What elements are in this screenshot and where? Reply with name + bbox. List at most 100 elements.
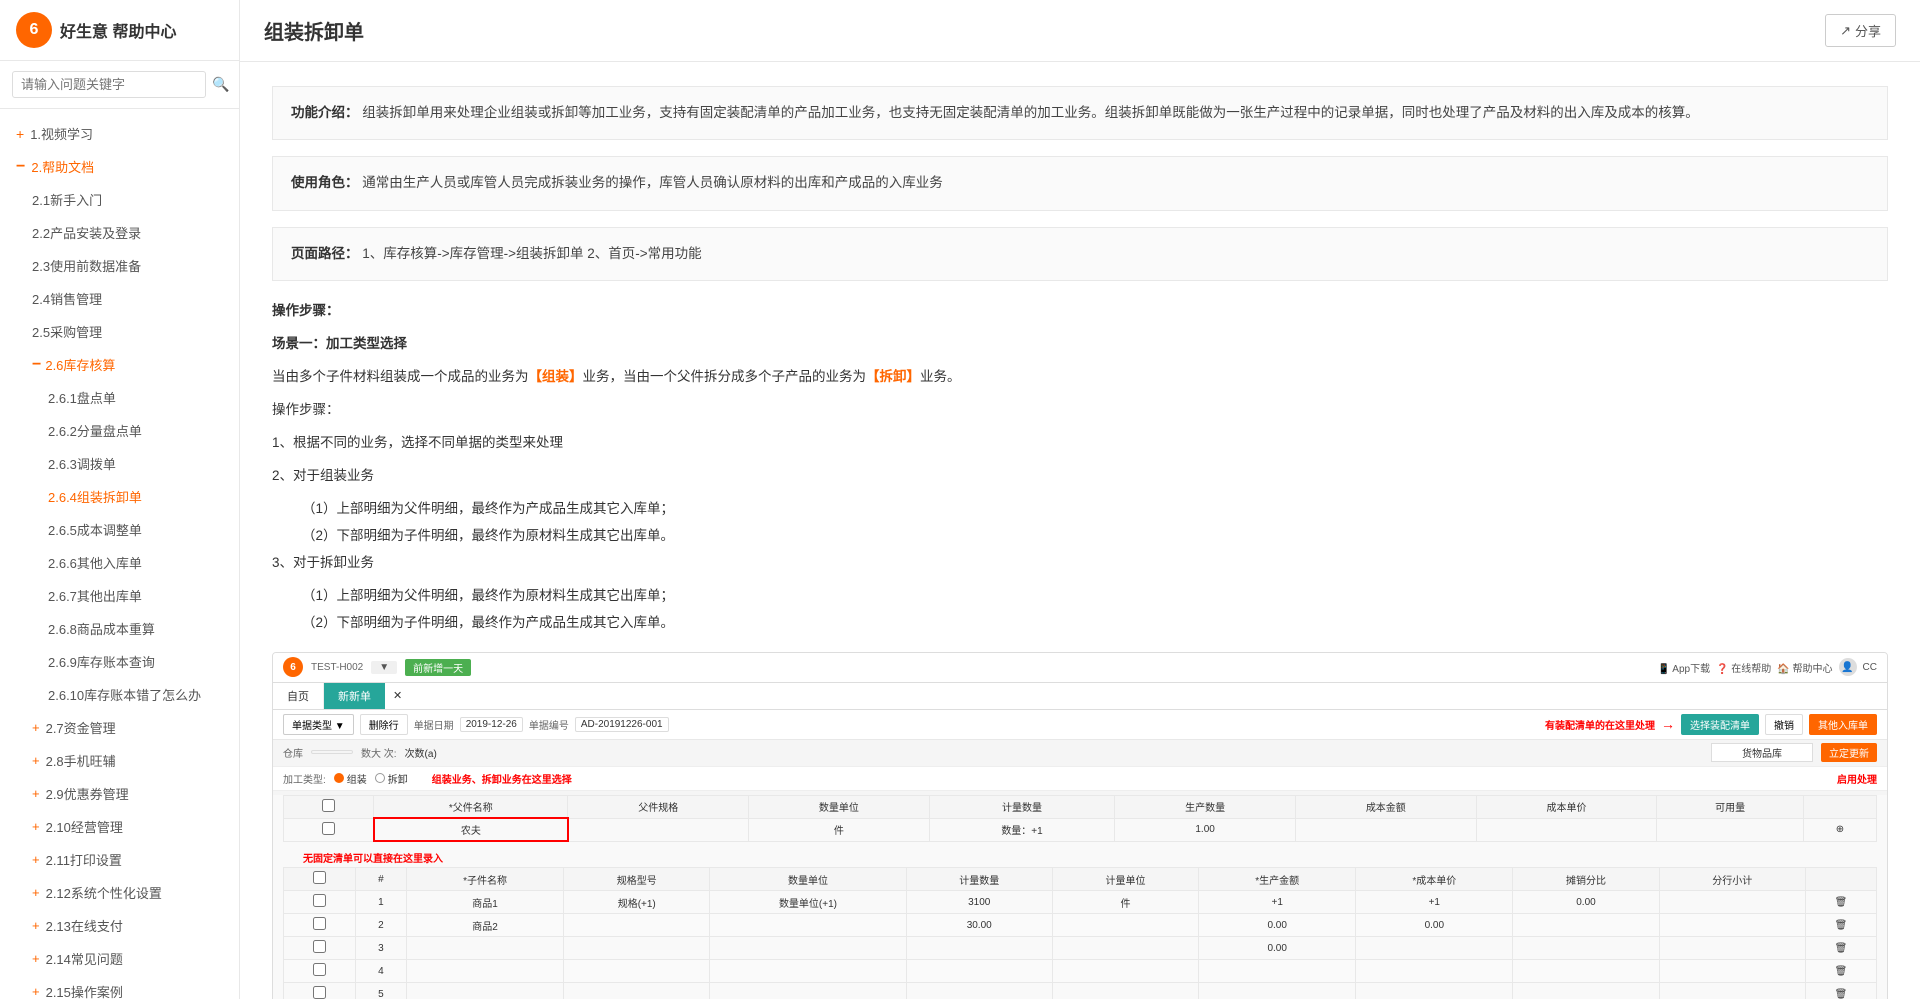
sidebar-item-2-1[interactable]: 2.1新手入门: [0, 183, 239, 216]
mock-td2-cp2: 0.00: [1356, 914, 1513, 937]
sidebar-item-2-6-8[interactable]: 2.6.8商品成本重算: [0, 612, 239, 645]
minus-icon-2-6: −: [32, 356, 41, 374]
sidebar-item-help-docs[interactable]: − 2.帮助文档: [0, 150, 239, 183]
sidebar-item-2-6-2[interactable]: 2.6.2分量盘点单: [0, 414, 239, 447]
mock-th2-ops: [1805, 868, 1876, 891]
mock-search-btn[interactable]: 立定更新: [1821, 743, 1877, 762]
sidebar-item-2-7[interactable]: + 2.7资金管理: [0, 711, 239, 744]
mock-parent-table: *父件名称 父件规格 数量单位 计量数量 生产数量 成本金额 成本单价 可用量: [283, 795, 1877, 843]
mock-td2-spec1: 规格(+1): [564, 891, 710, 914]
mock-warehouse-value[interactable]: [311, 750, 353, 754]
mock-tab-close[interactable]: ✕: [385, 686, 410, 705]
sidebar-item-2-10[interactable]: + 2.10经营管理: [0, 810, 239, 843]
sidebar-item-2-6-10[interactable]: 2.6.10库存账本错了怎么办: [0, 678, 239, 711]
main: 组装拆卸单 ↗ 分享 功能介绍： 组装拆卸单用来处理企业组装或拆卸等加工业务，支…: [240, 0, 1920, 999]
sidebar-item-2-14[interactable]: + 2.14常见问题: [0, 942, 239, 975]
sidebar-item-video-learning[interactable]: + 1.视频学习: [0, 117, 239, 150]
sidebar-item-2-3[interactable]: 2.3使用前数据准备: [0, 249, 239, 282]
mock-btn-type-select[interactable]: 单据类型 ▼: [283, 714, 354, 735]
mock-tabs-row: 自页 新新单 ✕: [273, 683, 1887, 710]
mock-btn-delete[interactable]: 删除行: [360, 714, 408, 735]
sidebar-item-2-2[interactable]: 2.2产品安装及登录: [0, 216, 239, 249]
mock-type-label: 加工类型:: [283, 771, 326, 786]
sidebar-item-2-6-1[interactable]: 2.6.1盘点单: [0, 381, 239, 414]
scene1-title: 场景一：加工类型选择: [272, 330, 1888, 357]
step-ops-title: 操作步骤：: [272, 396, 1888, 423]
sidebar-label: 2.8手机旺辅: [46, 751, 116, 770]
sidebar-item-2-6-4[interactable]: 2.6.4组装拆卸单: [0, 480, 239, 513]
sidebar-item-2-11[interactable]: + 2.11打印设置: [0, 843, 239, 876]
mock-row2-cb1[interactable]: [313, 894, 326, 907]
mock-td2-pa2: 0.00: [1199, 914, 1356, 937]
mock-td2-op3[interactable]: 🗑: [1805, 937, 1876, 960]
sidebar-item-2-13[interactable]: + 2.13在线支付: [0, 909, 239, 942]
sidebar-item-2-4[interactable]: 2.4销售管理: [0, 282, 239, 315]
mock-btn-audit[interactable]: 撤销: [1765, 714, 1803, 735]
mock-td2-op4[interactable]: 🗑: [1805, 960, 1876, 983]
radio-unchecked: [375, 773, 385, 783]
mock-td2-pa1: +1: [1199, 891, 1356, 914]
mock-row-checkbox[interactable]: [322, 822, 335, 835]
sidebar-item-2-8[interactable]: + 2.8手机旺辅: [0, 744, 239, 777]
mock-td-row-ops[interactable]: ⊕: [1803, 818, 1876, 841]
sidebar-item-2-6-7[interactable]: 2.6.7其他出库单: [0, 579, 239, 612]
sidebar-item-2-6[interactable]: − 2.6库存核算: [0, 348, 239, 381]
mock-td2-cp1: +1: [1356, 891, 1513, 914]
search-icon[interactable]: 🔍: [212, 76, 229, 93]
mock-type-option1[interactable]: 组装: [334, 771, 367, 786]
sidebar-label: 2.9优惠券管理: [46, 784, 129, 803]
mock-new-btn[interactable]: 前新增一天: [405, 659, 471, 676]
mock-td2-op5[interactable]: 🗑: [1805, 983, 1876, 999]
mock-checkbox-all2[interactable]: [313, 871, 326, 884]
role-box: 使用角色： 通常由生产人员或库管人员完成拆装业务的操作，库管人员确认原材料的出库…: [272, 156, 1888, 210]
mock-type-option2[interactable]: 拆卸: [375, 771, 408, 786]
mock-row2-cb3[interactable]: [313, 940, 326, 953]
mock-annotation-manual: 无固定清单可以直接在这里录入: [283, 848, 1877, 867]
mock-row2-cb5[interactable]: [313, 986, 326, 999]
sidebar-item-2-6-3[interactable]: 2.6.3调拨单: [0, 447, 239, 480]
mock-tab-new[interactable]: 新新单: [324, 683, 385, 709]
mock-warehouse-label: 仓库: [283, 745, 303, 760]
sidebar-item-2-6-6[interactable]: 2.6.6其他入库单: [0, 546, 239, 579]
path-label: 页面路径：: [291, 246, 359, 261]
sidebar-header: 6 好生意 帮助中心: [0, 0, 239, 61]
sidebar-item-2-15[interactable]: + 2.15操作案例: [0, 975, 239, 999]
sidebar-label: 2.10经营管理: [46, 817, 123, 836]
sidebar-item-2-5[interactable]: 2.5采购管理: [0, 315, 239, 348]
mock-th-ops: [1803, 795, 1876, 818]
sidebar-label: 2.6.5成本调整单: [48, 520, 142, 539]
sidebar-label: 2.5采购管理: [32, 322, 102, 341]
mock-th2-child-name: *子件名称: [407, 868, 564, 891]
mock-th2-munit: 计量单位: [1052, 868, 1198, 891]
sidebar-label: 2.6.6其他入库单: [48, 553, 142, 572]
mock-td2-mu1: 件: [1052, 891, 1198, 914]
mock-app: 6 TEST-H002 ▼ 前新增一天 📱 App下载 ❓ 在线帮助 🏠 帮助中…: [273, 653, 1887, 999]
mock-dropdown[interactable]: ▼: [371, 661, 397, 674]
mock-btn-approve[interactable]: 其他入库单: [1809, 714, 1877, 735]
mock-td2-op1[interactable]: 🗑: [1805, 891, 1876, 914]
mock-form-info-row: 仓库 数大 次: 次数(a) 货物品库 立定更新: [273, 740, 1887, 767]
sidebar-item-2-12[interactable]: + 2.12系统个性化设置: [0, 876, 239, 909]
search-input[interactable]: [12, 71, 206, 98]
mock-btn-bom[interactable]: 选择装配清单: [1681, 714, 1759, 735]
mock-checkbox-all[interactable]: [322, 799, 335, 812]
sidebar-item-2-6-5[interactable]: 2.6.5成本调整单: [0, 513, 239, 546]
sidebar-item-2-9[interactable]: + 2.9优惠券管理: [0, 777, 239, 810]
mock-th2-qty-unit: 数量单位: [710, 868, 906, 891]
mock-row2-cb4[interactable]: [313, 963, 326, 976]
mock-row2-cb2[interactable]: [313, 917, 326, 930]
mock-td2-unit1: 数量单位(+1): [710, 891, 906, 914]
mock-tab-home[interactable]: 自页: [273, 683, 324, 709]
share-button[interactable]: ↗ 分享: [1825, 14, 1896, 47]
mock-td-parent-name[interactable]: 农夫: [374, 818, 568, 841]
mock-qty-label: 数大 次:: [361, 745, 397, 760]
mock-search-input[interactable]: 货物品库: [1711, 743, 1813, 762]
mock-th2-prod-amount: *生产金额: [1199, 868, 1356, 891]
mock-th2-spec: 规格型号: [564, 868, 710, 891]
sidebar-item-2-6-9[interactable]: 2.6.9库存账本查询: [0, 645, 239, 678]
step-3: 3、对于拆卸业务: [272, 549, 1888, 576]
mock-td2-op2[interactable]: 🗑: [1805, 914, 1876, 937]
sub-step-2-1: （1）上部明细为父件明细，最终作为产成品生成其它入库单；: [272, 495, 1888, 522]
sidebar-label: 2.帮助文档: [31, 157, 94, 176]
mock-parent-table-section: *父件名称 父件规格 数量单位 计量数量 生产数量 成本金额 成本单价 可用量: [273, 795, 1887, 847]
